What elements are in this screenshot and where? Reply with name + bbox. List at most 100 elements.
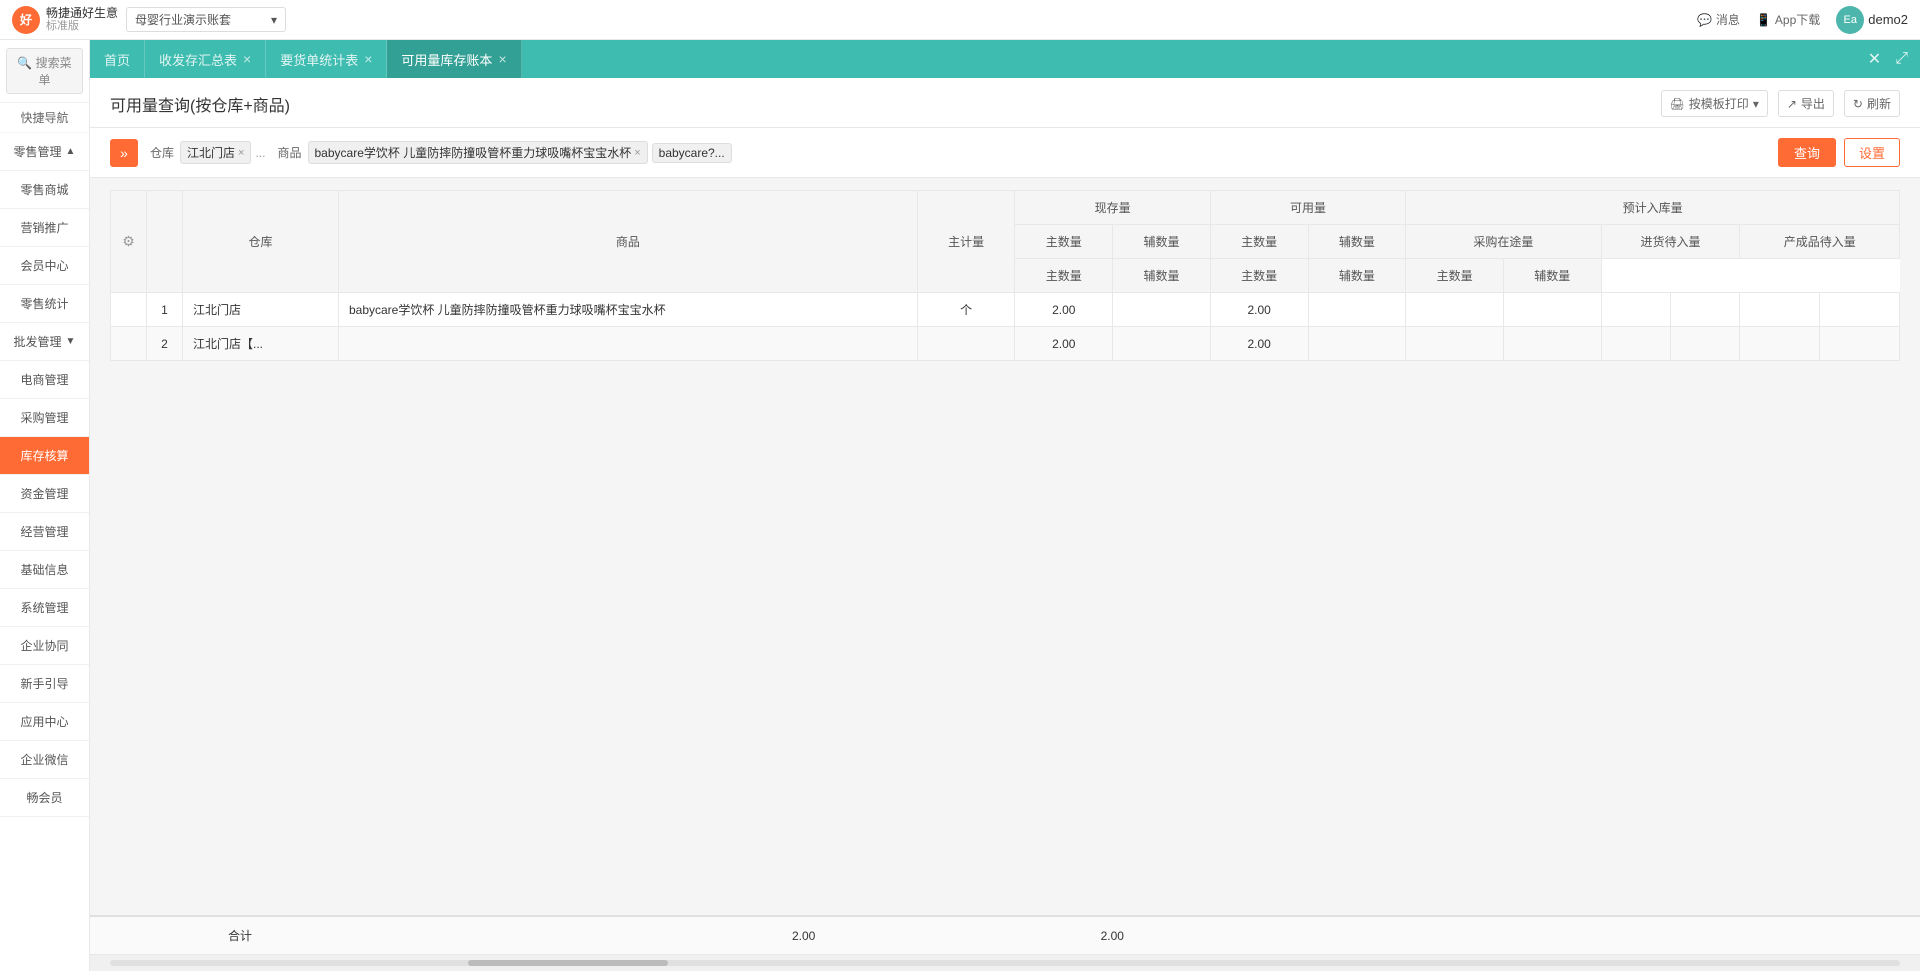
- avail-main-qty-header: 主数量: [1210, 225, 1308, 259]
- purchase-transit-main-header: 主数量: [1015, 259, 1113, 293]
- table-row: 1 江北门店 babycare学饮杯 儿童防摔防撞吸管杯重力球吸嘴杯宝宝水杯 个: [111, 293, 1900, 327]
- export-button[interactable]: ↗ 导出: [1778, 90, 1834, 117]
- sidebar-item-system-mgmt[interactable]: 系统管理: [0, 589, 89, 627]
- purchase-transit-header: 采购在途量: [1406, 225, 1601, 259]
- row2-product: [338, 327, 917, 361]
- expand-tab-button[interactable]: ⤢: [1891, 48, 1912, 70]
- content-area: 首页 收发存汇总表 × 要货单统计表 × 可用量库存账本 × ✕ ⤢: [90, 40, 1920, 971]
- row1-stock-aux: [1113, 293, 1211, 327]
- tab-available-inventory[interactable]: 可用量库存账本 ×: [387, 40, 521, 78]
- chevron-down-icon: ▼: [66, 336, 76, 347]
- tab-close-available-inventory[interactable]: ×: [498, 52, 506, 66]
- total-stock-main: 2.00: [698, 923, 909, 948]
- row1-product-pending-aux: [1820, 293, 1900, 327]
- tab-right-buttons: ✕ ⤢: [1856, 40, 1920, 78]
- sidebar-item-ecommerce-mgmt[interactable]: 电商管理: [0, 361, 89, 399]
- logo-area: 好 畅捷通好生意 标准版: [12, 6, 118, 34]
- sidebar-item-inventory-audit[interactable]: 库存核算: [0, 437, 89, 475]
- row2-purchase-transit-aux: [1503, 327, 1601, 361]
- scroll-track[interactable]: [110, 960, 1900, 966]
- main-unit-column-header: 主计量: [917, 191, 1015, 293]
- row2-stock-main: 2.00: [1015, 327, 1113, 361]
- sidebar-item-retail-mgmt[interactable]: 零售管理 ▲: [0, 133, 89, 171]
- stock-main-qty-header: 主数量: [1015, 225, 1113, 259]
- scroll-thumb[interactable]: [468, 960, 668, 966]
- row1-main-unit: 个: [917, 293, 1015, 327]
- export-icon: ↗: [1787, 97, 1797, 111]
- warehouse-tag-close[interactable]: ×: [238, 147, 244, 159]
- tab-close-order-stats[interactable]: ×: [364, 52, 372, 66]
- total-row: 合计 2.00 2.00: [110, 923, 1900, 948]
- total-label: 合计: [218, 923, 338, 948]
- settings-column-header: ⚙: [111, 191, 147, 293]
- total-goods-pending-main: [1510, 923, 1607, 948]
- filter-settings-button[interactable]: 设置: [1844, 138, 1900, 167]
- page-actions: 🖨 按模板打印 ▾ ↗ 导出 ↻ 刷新: [1661, 90, 1900, 117]
- table-container: ⚙ 仓库 商品 主计量: [90, 178, 1920, 915]
- sidebar-item-app-center[interactable]: 应用中心: [0, 703, 89, 741]
- table-footer: 合计 2.00 2.00: [90, 915, 1920, 955]
- tab-receive-summary[interactable]: 收发存汇总表 ×: [145, 40, 266, 78]
- top-bar-left: 好 畅捷通好生意 标准版 母婴行业演示账套 ▾: [12, 6, 286, 34]
- sidebar-item-retail-stats[interactable]: 零售统计: [0, 285, 89, 323]
- tab-order-stats[interactable]: 要货单统计表 ×: [266, 40, 387, 78]
- message-action[interactable]: 💬 消息: [1697, 11, 1740, 28]
- total-goods-pending-aux: [1608, 923, 1705, 948]
- row1-settings: [111, 293, 147, 327]
- goods-pending-aux-header: 辅数量: [1308, 259, 1406, 293]
- product-pending-header: 产成品待入量: [1740, 225, 1900, 259]
- inventory-table: ⚙ 仓库 商品 主计量: [110, 190, 1900, 361]
- main-layout: 🔍 搜索菜单 快捷导航 零售管理 ▲ 零售商城 营销推广 会员中心 零售统计 批…: [0, 40, 1920, 971]
- filter-expand-button[interactable]: »: [110, 139, 138, 167]
- row2-no: 2: [147, 327, 183, 361]
- refresh-button[interactable]: ↻ 刷新: [1844, 90, 1900, 117]
- tab-bar: 首页 收发存汇总表 × 要货单统计表 × 可用量库存账本 × ✕ ⤢: [90, 40, 1920, 78]
- top-bar-right: 💬 消息 📱 App下载 Ea demo2: [1697, 6, 1908, 34]
- row1-goods-pending-main: [1601, 293, 1670, 327]
- search-icon: 🔍: [17, 56, 32, 70]
- total-spacer4: [638, 923, 698, 948]
- sidebar-item-member-center[interactable]: 会员中心: [0, 247, 89, 285]
- sidebar-item-enterprise-wechat[interactable]: 企业微信: [0, 741, 89, 779]
- search-menu-button[interactable]: 🔍 搜索菜单: [6, 48, 83, 94]
- row2-settings: [111, 327, 147, 361]
- row1-warehouse: 江北门店: [183, 293, 339, 327]
- store-selector[interactable]: 母婴行业演示账套 ▾: [126, 7, 286, 32]
- sidebar-item-wholesale-mgmt[interactable]: 批发管理 ▼: [0, 323, 89, 361]
- user-profile[interactable]: Ea demo2: [1836, 6, 1908, 34]
- column-settings-icon[interactable]: ⚙: [122, 233, 135, 249]
- product-tag-babycare[interactable]: babycare学饮杯 儿童防摔防撞吸管杯重力球吸嘴杯宝宝水杯 ×: [308, 141, 648, 164]
- close-tab-button[interactable]: ✕: [1864, 47, 1885, 71]
- sidebar-item-new-guide[interactable]: 新手引导: [0, 665, 89, 703]
- logo-text: 畅捷通好生意 标准版: [46, 6, 118, 34]
- sidebar-item-enterprise-collab[interactable]: 企业协同: [0, 627, 89, 665]
- tab-home[interactable]: 首页: [90, 40, 145, 78]
- sidebar-item-operation-mgmt[interactable]: 经营管理: [0, 513, 89, 551]
- product-tag-close[interactable]: ×: [634, 147, 640, 159]
- quick-nav-button[interactable]: 快捷导航: [0, 103, 89, 133]
- sidebar-item-vip-member[interactable]: 畅会员: [0, 779, 89, 817]
- sidebar: 🔍 搜索菜单 快捷导航 零售管理 ▲ 零售商城 营销推广 会员中心 零售统计 批…: [0, 40, 90, 971]
- warehouse-tag-jiangbei[interactable]: 江北门店 ×: [180, 141, 251, 164]
- app-download-action[interactable]: 📱 App下载: [1756, 11, 1820, 28]
- tab-close-receive-summary[interactable]: ×: [243, 52, 251, 66]
- print-template-button[interactable]: 🖨 按模板打印 ▾: [1661, 90, 1768, 117]
- no-column-header: [147, 191, 183, 293]
- product-tag-babycare2[interactable]: babycare?...: [652, 143, 732, 163]
- total-purchase-transit-main: [1315, 923, 1412, 948]
- row1-avail-aux: [1308, 293, 1406, 327]
- total-spacer2: [182, 923, 218, 948]
- sidebar-item-marketing[interactable]: 营销推广: [0, 209, 89, 247]
- warehouse-more[interactable]: ...: [255, 146, 265, 160]
- row2-avail-main: 2.00: [1210, 327, 1308, 361]
- sidebar-item-purchase-mgmt[interactable]: 采购管理: [0, 399, 89, 437]
- query-button[interactable]: 查询: [1778, 138, 1836, 167]
- row1-purchase-transit-main: [1406, 293, 1504, 327]
- row1-product: babycare学饮杯 儿童防摔防撞吸管杯重力球吸嘴杯宝宝水杯: [338, 293, 917, 327]
- sidebar-item-finance-mgmt[interactable]: 资金管理: [0, 475, 89, 513]
- product-column-header: 商品: [338, 191, 917, 293]
- sidebar-item-retail-mall[interactable]: 零售商城: [0, 171, 89, 209]
- product-pending-main-header: 主数量: [1406, 259, 1504, 293]
- product-filter-label: 商品: [277, 144, 301, 161]
- sidebar-item-basic-info[interactable]: 基础信息: [0, 551, 89, 589]
